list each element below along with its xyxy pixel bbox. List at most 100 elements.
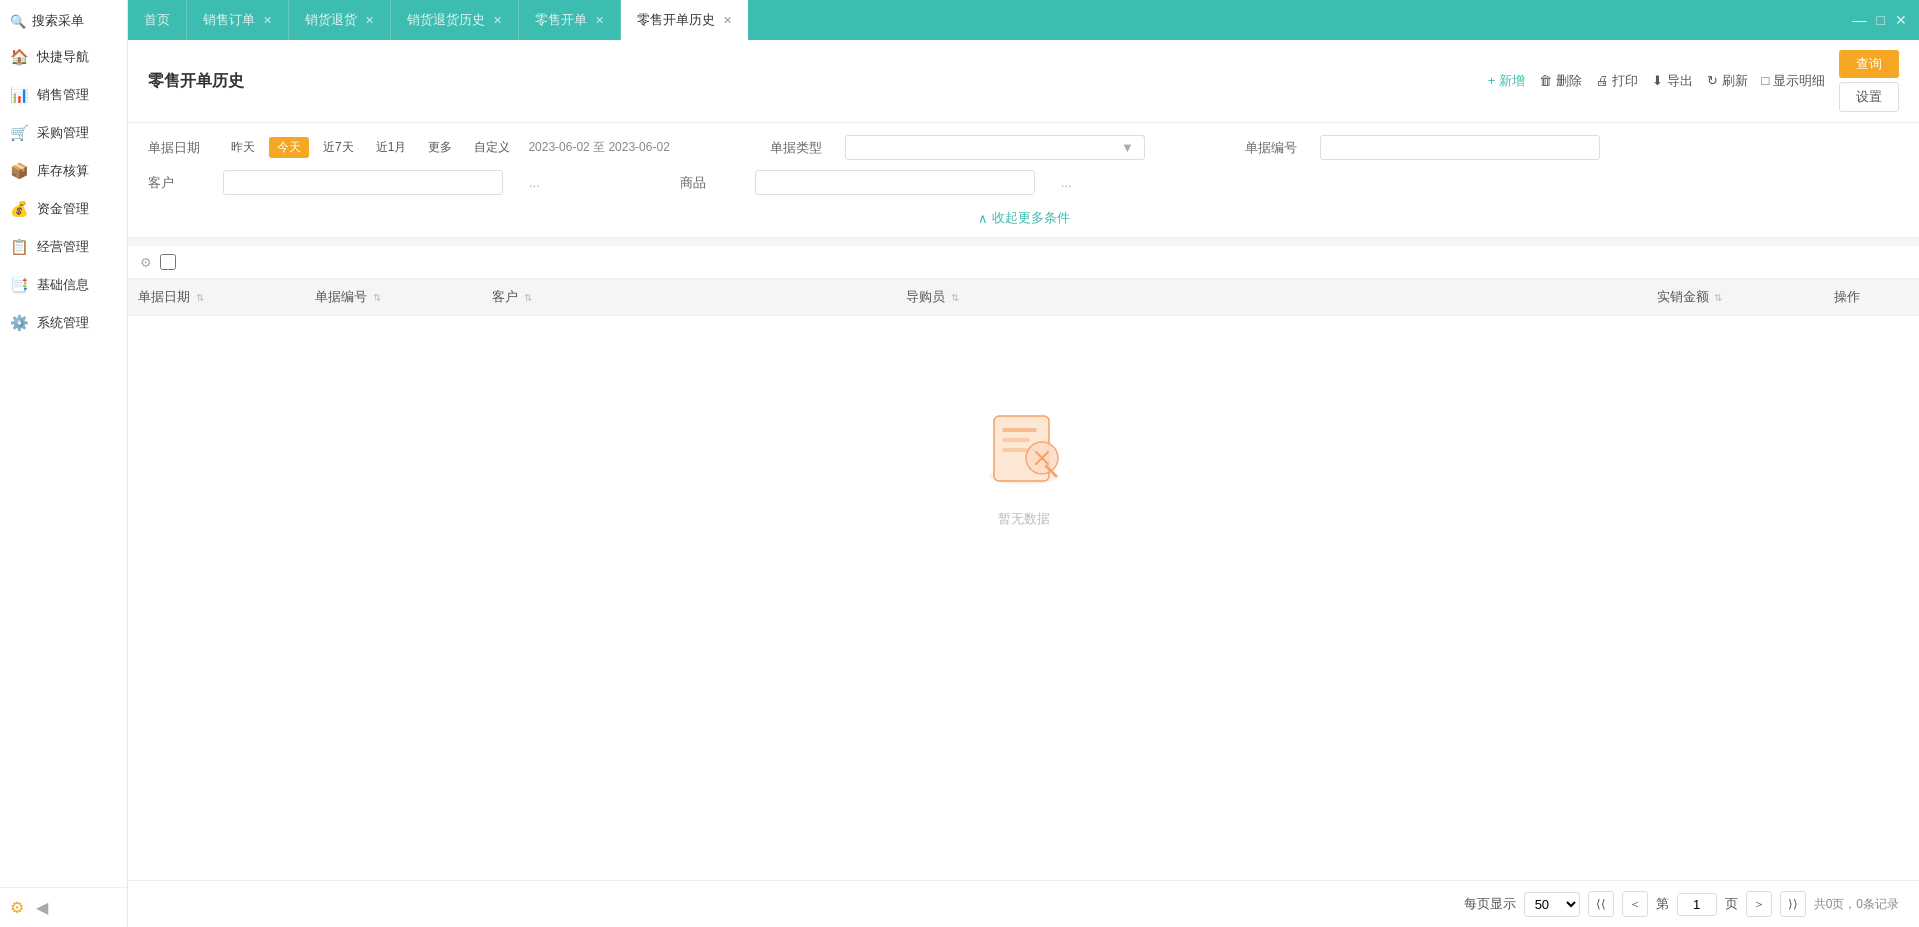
bill-no-input[interactable] <box>1320 135 1600 160</box>
page-prev-btn[interactable]: ＜ <box>1622 891 1648 917</box>
col-action: 操作 <box>1824 279 1919 316</box>
date-btn-custom[interactable]: 自定义 <box>466 137 518 158</box>
page-suffix: 页 <box>1725 895 1738 913</box>
bill-type-label: 单据类型 <box>770 139 825 157</box>
sidebar-search[interactable]: 🔍 搜索采单 <box>0 0 127 38</box>
sidebar-item-sales-mgmt[interactable]: 📊 销售管理 <box>0 76 127 114</box>
goods-label: 商品 <box>680 174 735 192</box>
per-page-select[interactable]: 50 10 20 100 <box>1524 892 1580 917</box>
col-actual-amount-label: 实销金额 <box>1657 289 1709 304</box>
sidebar-item-purchase-mgmt[interactable]: 🛒 采购管理 <box>0 114 127 152</box>
sidebar-item-label: 快捷导航 <box>37 48 89 66</box>
customer-label: 客户 <box>148 174 203 192</box>
setting-button[interactable]: 设置 <box>1839 82 1899 112</box>
tab-sales-return-close[interactable]: ✕ <box>365 14 374 27</box>
window-close[interactable]: ✕ <box>1895 12 1907 28</box>
sidebar-item-system[interactable]: ⚙️ 系统管理 <box>0 304 127 342</box>
sidebar-item-label: 销售管理 <box>37 86 89 104</box>
date-btn-today[interactable]: 今天 <box>269 137 309 158</box>
col-customer[interactable]: 客户 ⇅ <box>482 279 896 316</box>
sidebar-item-label: 采购管理 <box>37 124 89 142</box>
basic-info-icon: 📑 <box>10 276 29 294</box>
tab-sales-return-history[interactable]: 销货退货历史 ✕ <box>391 0 519 40</box>
svg-rect-3 <box>1002 438 1030 442</box>
quick-nav-icon: 🏠 <box>10 48 29 66</box>
sales-mgmt-icon: 📊 <box>10 86 29 104</box>
tab-home-label: 首页 <box>144 11 170 29</box>
page-next-btn[interactable]: ＞ <box>1746 891 1772 917</box>
page-total-info: 共0页，0条记录 <box>1814 896 1899 913</box>
sidebar-item-operation[interactable]: 📋 经营管理 <box>0 228 127 266</box>
sidebar-item-label: 系统管理 <box>37 314 89 332</box>
sort-arrows-no: ⇅ <box>373 292 381 303</box>
date-btn-yesterday[interactable]: 昨天 <box>223 137 263 158</box>
col-no[interactable]: 单据编号 ⇅ <box>305 279 482 316</box>
per-page-label: 每页显示 <box>1464 895 1516 913</box>
empty-illustration <box>974 396 1074 496</box>
query-button[interactable]: 查询 <box>1839 50 1899 78</box>
display-detail-button[interactable]: □ 显示明细 <box>1762 72 1825 90</box>
tab-sales-order[interactable]: 销售订单 ✕ <box>187 0 289 40</box>
table-area: ⚙ 单据日期 ⇅ 单据编号 ⇅ <box>128 246 1919 880</box>
col-action-label: 操作 <box>1834 289 1860 304</box>
customer-input[interactable] <box>223 170 503 195</box>
goods-input[interactable] <box>755 170 1035 195</box>
sidebar-item-quick-nav[interactable]: 🏠 快捷导航 <box>0 38 127 76</box>
tab-sales-order-label: 销售订单 <box>203 11 255 29</box>
sidebar-item-inventory[interactable]: 📦 库存核算 <box>0 152 127 190</box>
page-input[interactable] <box>1677 893 1717 916</box>
sort-arrows-amount: ⇅ <box>1714 292 1722 303</box>
delete-button[interactable]: 🗑 删除 <box>1539 72 1582 90</box>
col-no-label: 单据编号 <box>315 289 367 304</box>
search-icon: 🔍 <box>10 14 26 29</box>
col-date-label: 单据日期 <box>138 289 190 304</box>
select-all-checkbox[interactable] <box>160 254 176 270</box>
export-button[interactable]: ⬇ 导出 <box>1652 72 1693 90</box>
tab-retail-history[interactable]: 零售开单历史 ✕ <box>621 0 748 40</box>
bill-no-label: 单据编号 <box>1245 139 1300 157</box>
date-range-display: 2023-06-02 至 2023-06-02 <box>528 139 669 156</box>
toolbar: + 新增 🗑 删除 🖨 打印 ⬇ 导出 ↻ 刷新 □ 显示明细 查询 设置 <box>1488 50 1899 112</box>
page-label: 第 <box>1656 895 1669 913</box>
bill-type-select[interactable]: ▼ <box>845 135 1145 160</box>
settings-gear-icon[interactable]: ⚙ <box>10 898 24 917</box>
page-first-btn[interactable]: ⟨⟨ <box>1588 891 1614 917</box>
goods-dots[interactable]: ... <box>1061 175 1072 190</box>
sidebar-collapse-icon[interactable]: ◀ <box>36 898 48 917</box>
print-button[interactable]: 🖨 打印 <box>1596 72 1639 90</box>
tab-home[interactable]: 首页 <box>128 0 187 40</box>
collapse-bar[interactable]: ∧ 收起更多条件 <box>148 205 1899 229</box>
sidebar: 🔍 搜索采单 🏠 快捷导航 📊 销售管理 🛒 采购管理 📦 库存核算 💰 资金管… <box>0 0 128 927</box>
tab-retail-open-close[interactable]: ✕ <box>595 14 604 27</box>
empty-text: 暂无数据 <box>998 510 1050 528</box>
date-btn-more[interactable]: 更多 <box>420 137 460 158</box>
sidebar-item-label: 经营管理 <box>37 238 89 256</box>
col-actual-amount[interactable]: 实销金额 ⇅ <box>1647 279 1824 316</box>
col-guide-label: 导购员 <box>906 289 945 304</box>
col-amount[interactable] <box>1047 279 1647 316</box>
add-button[interactable]: + 新增 <box>1488 72 1525 90</box>
chevron-down-icon: ▼ <box>1121 140 1134 155</box>
sort-arrows-date: ⇅ <box>196 292 204 303</box>
window-minimize[interactable]: — <box>1853 12 1867 28</box>
tab-sales-return-label: 销货退货 <box>305 11 357 29</box>
date-btn-last1m[interactable]: 近1月 <box>368 137 415 158</box>
sidebar-item-finance[interactable]: 💰 资金管理 <box>0 190 127 228</box>
tab-sales-return[interactable]: 销货退货 ✕ <box>289 0 391 40</box>
tab-retail-open[interactable]: 零售开单 ✕ <box>519 0 621 40</box>
tab-sales-return-history-close[interactable]: ✕ <box>493 14 502 27</box>
customer-dots[interactable]: ... <box>529 175 540 190</box>
sort-arrows-customer: ⇅ <box>524 292 532 303</box>
refresh-button[interactable]: ↻ 刷新 <box>1707 72 1748 90</box>
page-last-btn[interactable]: ⟩⟩ <box>1780 891 1806 917</box>
table-settings-icon[interactable]: ⚙ <box>140 255 152 270</box>
tab-retail-history-label: 零售开单历史 <box>637 11 715 29</box>
window-maximize[interactable]: □ <box>1877 12 1885 28</box>
tab-sales-order-close[interactable]: ✕ <box>263 14 272 27</box>
tab-retail-history-close[interactable]: ✕ <box>723 14 732 27</box>
col-guide[interactable]: 导购员 ⇅ <box>896 279 1046 316</box>
sidebar-item-basic-info[interactable]: 📑 基础信息 <box>0 266 127 304</box>
col-date[interactable]: 单据日期 ⇅ <box>128 279 305 316</box>
date-btn-last7[interactable]: 近7天 <box>315 137 362 158</box>
inventory-icon: 📦 <box>10 162 29 180</box>
